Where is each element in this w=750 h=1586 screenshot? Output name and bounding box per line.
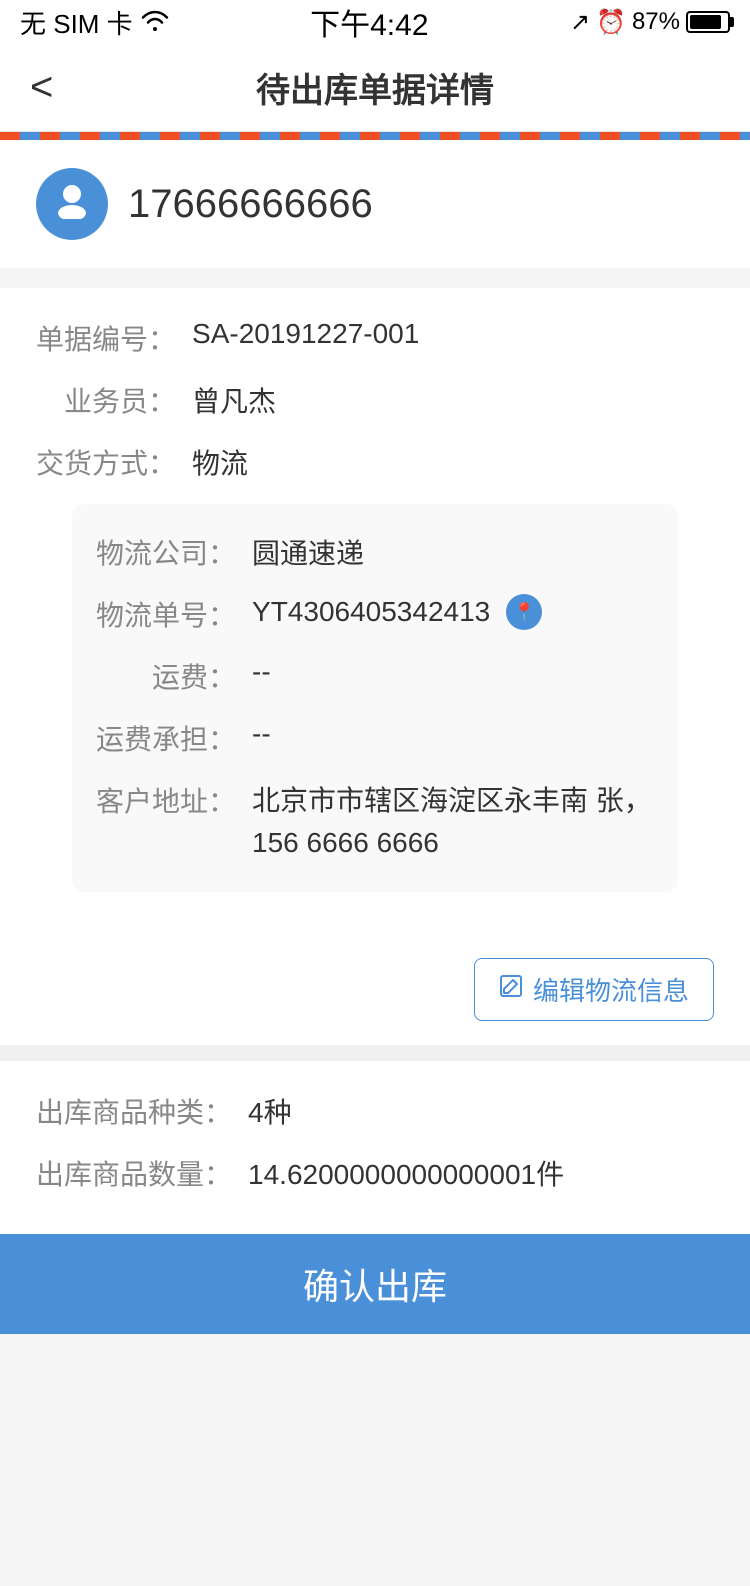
alarm-icon: ⏰ [596,8,626,37]
edit-icon [499,974,523,1005]
edit-logistics-button[interactable]: 编辑物流信息 [474,958,714,1021]
freight-value: -- [252,656,654,688]
dashed-divider [0,132,750,140]
order-number-row: 单据编号： SA-20191227-001 [36,318,714,358]
nav-bar: < 待出库单据详情 [0,44,750,132]
product-category-label: 出库商品种类： [36,1091,232,1131]
product-quantity-value: 14.6200000000000001件 [248,1153,564,1193]
order-number-value: SA-20191227-001 [192,318,714,350]
empty-space [0,1326,750,1586]
product-category-row: 出库商品种类： 4种 [36,1091,714,1131]
customer-section: 17666666666 [0,140,750,268]
delivery-method-value: 物流 [192,442,714,482]
logistics-company-row: 物流公司： 圆通速递 [96,532,654,572]
logistics-tracking-row: 物流单号： YT43064053424​13 [96,594,654,634]
logistics-company-label: 物流公司： [96,532,236,572]
delivery-method-row: 交货方式： 物流 [36,442,714,482]
page-title: 待出库单据详情 [256,63,494,112]
address-value: 北京市市辖区海淀区永丰南 张，156 6666 6666 [252,780,654,864]
edit-logistics-label: 编辑物流信息 [533,971,689,1008]
status-time: 下午4:42 [310,0,428,44]
product-section: 出库商品种类： 4种 出库商品数量： 14.6200000000000001件 [0,1061,750,1223]
customer-phone: 17666666666 [128,182,373,227]
battery-percentage: 87% [632,8,680,36]
location-status-icon: ↗ [570,8,590,37]
sales-person-row: 业务员： 曾凡杰 [36,380,714,420]
edit-btn-row: 编辑物流信息 [0,942,750,1045]
confirm-btn-text: 确认出库 [303,1258,447,1310]
freight-bearer-row: 运费承担： -- [96,718,654,758]
avatar [36,168,108,240]
address-label: 客户地址： [96,780,236,820]
confirm-btn-container[interactable]: 确认出库 [0,1234,750,1334]
product-quantity-row: 出库商品数量： 14.6200000000000001件 [36,1153,714,1193]
status-bar: 无 SIM 卡 下午4:42 ↗ ⏰ 87% [0,0,750,44]
avatar-icon [52,179,92,229]
freight-bearer-value: -- [252,718,654,750]
product-quantity-label: 出库商品数量： [36,1153,232,1193]
content: 17666666666 单据编号： SA-20191227-001 业务员： 曾… [0,140,750,1586]
status-right: ↗ ⏰ 87% [570,8,730,37]
section-gap-1 [0,268,750,288]
back-button[interactable]: < [30,65,53,110]
delivery-method-label: 交货方式： [36,442,176,482]
logistics-company-value: 圆通速递 [252,532,654,572]
battery-icon [686,11,730,33]
sales-person-label: 业务员： [36,380,176,420]
freight-label: 运费： [96,656,236,696]
sales-person-value: 曾凡杰 [192,380,714,420]
logistics-tracking-value: YT43064053424​13 [252,594,654,630]
freight-bearer-label: 运费承担： [96,718,236,758]
status-left: 无 SIM 卡 [20,4,169,41]
wifi-icon [141,7,169,38]
freight-row: 运费： -- [96,656,654,696]
logistics-card: 物流公司： 圆通速递 物流单号： YT43064053424​13 运费： --… [72,504,678,892]
logistics-tracking-label: 物流单号： [96,594,236,634]
carrier-label: 无 SIM 卡 [20,4,133,41]
order-info-section: 单据编号： SA-20191227-001 业务员： 曾凡杰 交货方式： 物流 … [0,288,750,942]
address-row: 客户地址： 北京市市辖区海淀区永丰南 张，156 6666 6666 [96,780,654,864]
order-number-label: 单据编号： [36,318,176,358]
section-divider [0,1045,750,1061]
product-category-value: 4种 [248,1091,292,1131]
tracking-location-icon[interactable] [506,594,542,630]
